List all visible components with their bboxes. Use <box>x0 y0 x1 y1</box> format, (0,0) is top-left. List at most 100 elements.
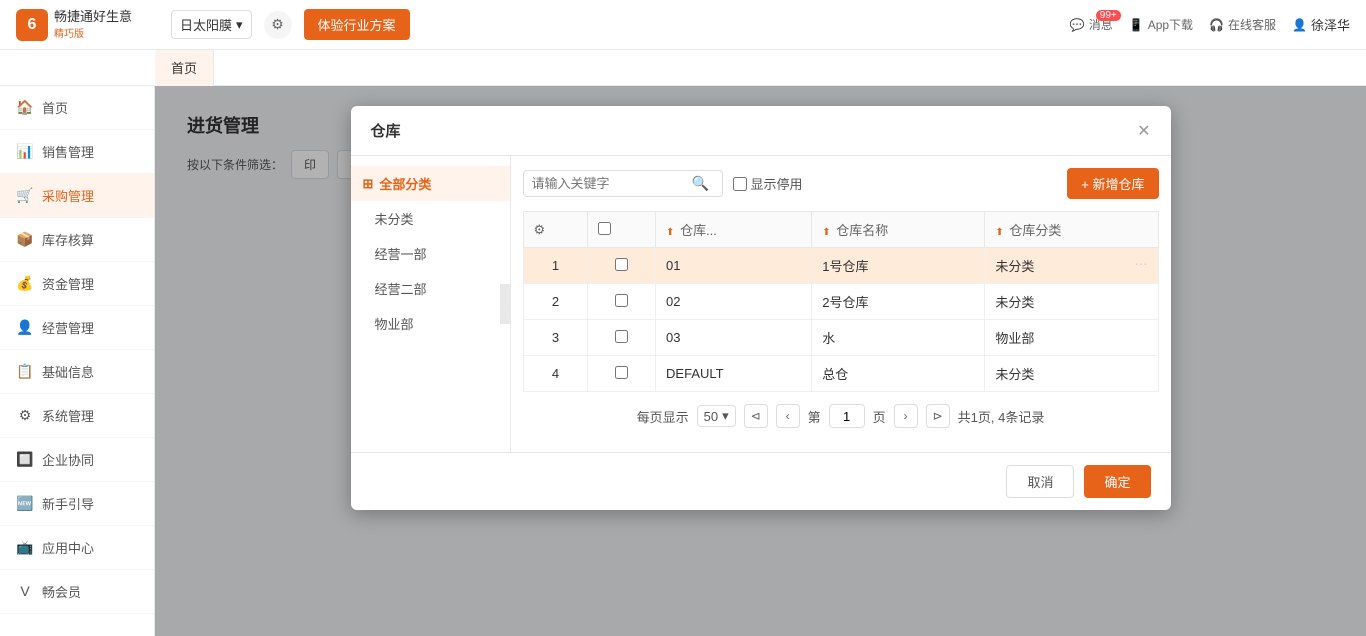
page-input[interactable] <box>829 404 865 428</box>
sidebar-item-home[interactable]: 🏠 首页 <box>0 86 154 130</box>
sidebar-item-system[interactable]: ⚙ 系统管理 <box>0 394 154 438</box>
close-button[interactable]: ✕ <box>1137 121 1150 141</box>
show-disabled-checkbox[interactable] <box>733 177 747 191</box>
total-info: 共1页, 4条记录 <box>958 407 1045 426</box>
app-download-item[interactable]: 📱 App下载 <box>1129 16 1193 33</box>
sort-icon-cat: ⬆ <box>995 227 1003 238</box>
notification-badge: 99+ <box>1096 10 1121 21</box>
modal-title: 仓库 <box>371 120 401 141</box>
avatar-icon: 👤 <box>1292 18 1307 32</box>
row-num: 3 <box>523 320 588 356</box>
sidebar-item-apps[interactable]: 📺 应用中心 <box>0 526 154 570</box>
last-page-button[interactable]: ⊳ <box>926 404 950 428</box>
sort-icon-name: ⬆ <box>822 227 830 238</box>
row-category: 物业部 <box>985 320 1158 356</box>
company-select[interactable]: 日太阳膜 ▾ <box>171 10 252 39</box>
modal-footer: 取消 确定 <box>351 452 1171 510</box>
tab-home[interactable]: 首页 <box>155 50 214 86</box>
row-name: 总仓 <box>812 356 985 392</box>
table-row[interactable]: 3 03 水 物业部 <box>523 320 1158 356</box>
sidebar-item-management[interactable]: 👤 经营管理 <box>0 306 154 350</box>
sales-icon: 📊 <box>16 143 34 161</box>
sidebar-item-finance[interactable]: 💰 资金管理 <box>0 262 154 306</box>
enterprise-icon: 🔲 <box>16 451 34 469</box>
logo-icon: 6 <box>16 9 48 41</box>
th-name: ⬆ 仓库名称 <box>812 212 985 248</box>
grid-icon: ⊞ <box>363 176 374 192</box>
category-item-property[interactable]: 物业部 <box>351 306 510 341</box>
add-warehouse-button[interactable]: + 新增仓库 <box>1067 168 1158 199</box>
sidebar-item-vip[interactable]: V 畅会员 <box>0 570 154 614</box>
select-all-checkbox[interactable] <box>598 222 611 235</box>
collapse-button[interactable]: 《 <box>500 284 511 324</box>
sidebar-item-sales[interactable]: 📊 销售管理 <box>0 130 154 174</box>
row-num: 2 <box>523 284 588 320</box>
sidebar-item-purchase[interactable]: 🛒 采购管理 <box>0 174 154 218</box>
search-icon[interactable]: 🔍 <box>692 175 709 192</box>
chevron-down-icon: ▾ <box>722 408 729 424</box>
table-row[interactable]: 4 DEFAULT 总仓 未分类 <box>523 356 1158 392</box>
user-avatar[interactable]: 👤 徐泽华 <box>1292 15 1350 34</box>
next-page-button[interactable]: › <box>894 404 918 428</box>
row-name: 2号仓库 <box>812 284 985 320</box>
guide-icon: 🆕 <box>16 495 34 513</box>
experience-button[interactable]: 体验行业方案 <box>304 9 410 40</box>
sidebar: 🏠 首页 📊 销售管理 🛒 采购管理 📦 库存核算 💰 资金管理 👤 经营管理 … <box>0 86 155 636</box>
message-icon: 💬 <box>1070 18 1085 32</box>
category-item-dept2[interactable]: 经营二部 <box>351 271 510 306</box>
sidebar-item-inventory[interactable]: 📦 库存核算 <box>0 218 154 262</box>
table-header-row: ⚙ ⬆ 仓库... <box>523 212 1158 248</box>
table-toolbar: 🔍 显示停用 + 新增仓库 <box>523 168 1159 199</box>
cancel-button[interactable]: 取消 <box>1006 465 1074 498</box>
row-more-icon[interactable]: ··· <box>1135 256 1148 271</box>
header-right: 💬 消息 99+ 📱 App下载 🎧 在线客服 👤 徐泽华 <box>1070 15 1350 34</box>
category-panel: ⊞ 全部分类 未分类 经营一部 经营二部 物业部 <box>351 156 511 452</box>
row-code: 02 <box>656 284 812 320</box>
table-container: ⚙ ⬆ 仓库... <box>523 211 1159 392</box>
system-icon: ⚙ <box>16 407 34 425</box>
th-code: ⬆ 仓库... <box>656 212 812 248</box>
row-num: 4 <box>523 356 588 392</box>
header-center: 日太阳膜 ▾ ⚙ 体验行业方案 <box>171 9 1070 40</box>
per-page-label: 每页显示 <box>637 407 689 426</box>
th-checkbox <box>588 212 656 248</box>
category-item-unclassified[interactable]: 未分类 <box>351 201 510 236</box>
prev-page-button[interactable]: ‹ <box>776 404 800 428</box>
purchase-icon: 🛒 <box>16 187 34 205</box>
row-checkbox-cell <box>588 356 656 392</box>
row-code: 01 <box>656 248 812 284</box>
phone-icon: 📱 <box>1129 18 1144 32</box>
category-all[interactable]: ⊞ 全部分类 <box>351 166 510 201</box>
th-gear: ⚙ <box>523 212 588 248</box>
vip-icon: V <box>16 583 34 601</box>
per-page-select[interactable]: 50 ▾ <box>697 405 736 427</box>
table-row[interactable]: 2 02 2号仓库 未分类 <box>523 284 1158 320</box>
confirm-button[interactable]: 确定 <box>1084 465 1150 498</box>
sidebar-item-enterprise[interactable]: 🔲 企业协同 <box>0 438 154 482</box>
row-checkbox[interactable] <box>615 366 628 379</box>
category-item-dept1[interactable]: 经营一部 <box>351 236 510 271</box>
logo-sub: 精巧版 <box>54 25 132 40</box>
row-checkbox[interactable] <box>615 258 628 271</box>
content-area: 进货管理 按以下条件筛选： 印 导出 刷新 查询 设置 仓库 ✕ <box>155 86 1366 636</box>
home-icon: 🏠 <box>16 99 34 117</box>
sidebar-item-guide[interactable]: 🆕 新手引导 <box>0 482 154 526</box>
settings-icon[interactable]: ⚙ <box>264 11 292 39</box>
top-header: 6 畅捷通好生意 精巧版 日太阳膜 ▾ ⚙ 体验行业方案 💬 消息 99+ 📱 … <box>0 0 1366 50</box>
headset-icon: 🎧 <box>1209 18 1224 32</box>
row-checkbox[interactable] <box>615 294 628 307</box>
sidebar-item-basic-info[interactable]: 📋 基础信息 <box>0 350 154 394</box>
main-layout: 🏠 首页 📊 销售管理 🛒 采购管理 📦 库存核算 💰 资金管理 👤 经营管理 … <box>0 86 1366 636</box>
management-icon: 👤 <box>16 319 34 337</box>
notification-item[interactable]: 💬 消息 99+ <box>1070 16 1113 33</box>
table-row[interactable]: 1 01 1号仓库 未分类 ··· <box>523 248 1158 284</box>
inventory-icon: 📦 <box>16 231 34 249</box>
first-page-button[interactable]: ⊲ <box>744 404 768 428</box>
modal-body: ⊞ 全部分类 未分类 经营一部 经营二部 物业部 <box>351 156 1171 452</box>
logo-title: 畅捷通好生意 <box>54 9 132 26</box>
row-checkbox[interactable] <box>615 330 628 343</box>
search-input[interactable] <box>532 176 692 191</box>
search-box: 🔍 <box>523 170 723 197</box>
warehouse-modal: 仓库 ✕ ⊞ 全部分类 未分类 经营一 <box>351 106 1171 510</box>
online-service-item[interactable]: 🎧 在线客服 <box>1209 16 1276 33</box>
